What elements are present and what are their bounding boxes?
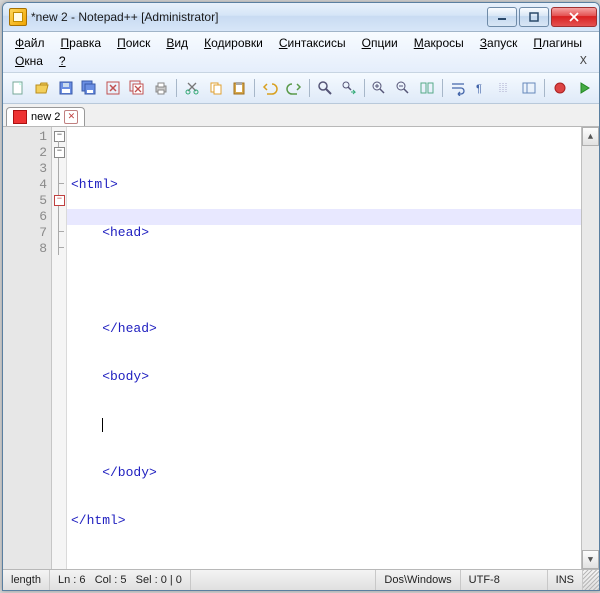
window-title: *new 2 - Notepad++ [Administrator] — [31, 10, 487, 24]
zoom-out-icon[interactable] — [392, 76, 414, 100]
new-file-icon[interactable] — [7, 76, 29, 100]
record-macro-icon[interactable] — [549, 76, 571, 100]
text-caret — [102, 418, 103, 432]
close-file-icon[interactable] — [102, 76, 124, 100]
indent-guide-icon[interactable] — [495, 76, 517, 100]
paste-icon[interactable] — [229, 76, 251, 100]
folder-panel-icon[interactable] — [518, 76, 540, 100]
word-wrap-icon[interactable] — [447, 76, 469, 100]
menu-windows[interactable]: Окна — [7, 52, 51, 70]
fold-toggle[interactable]: − — [54, 147, 65, 158]
status-eol[interactable]: Dos\Windows — [376, 570, 460, 590]
fold-toggle[interactable]: − — [54, 131, 65, 142]
menu-search[interactable]: Поиск — [109, 34, 158, 52]
app-icon — [9, 8, 27, 26]
statusbar: length Ln : 6 Col : 5 Sel : 0 | 0 Dos\Wi… — [3, 569, 599, 590]
fold-margin[interactable]: − − − — [52, 127, 67, 569]
undo-icon[interactable] — [259, 76, 281, 100]
file-tab-label: new 2 — [31, 111, 60, 123]
tabbar: new 2 ✕ — [3, 104, 599, 127]
minimize-button[interactable] — [487, 7, 517, 27]
code-area[interactable]: <html> <head> </head> <body> </body> </h… — [67, 127, 581, 569]
mdi-close-button[interactable]: X — [572, 52, 595, 70]
vertical-scrollbar[interactable]: ▲ ▼ — [581, 127, 599, 569]
unsaved-indicator-icon — [13, 110, 27, 124]
menubar: Файл Правка Поиск Вид Кодировки Синтакси… — [3, 32, 599, 73]
current-line-highlight — [67, 209, 581, 225]
menu-plugins[interactable]: Плагины — [525, 34, 590, 52]
copy-icon[interactable] — [205, 76, 227, 100]
status-length: length — [3, 570, 50, 590]
file-tab[interactable]: new 2 ✕ — [6, 107, 85, 126]
zoom-in-icon[interactable] — [368, 76, 390, 100]
menu-options[interactable]: Опции — [354, 34, 406, 52]
cut-icon[interactable] — [181, 76, 203, 100]
tab-close-button[interactable]: ✕ — [64, 110, 78, 124]
replace-icon[interactable] — [338, 76, 360, 100]
save-icon[interactable] — [55, 76, 77, 100]
status-encoding[interactable]: UTF-8 — [461, 570, 548, 590]
editor[interactable]: 1234 5678 − − − <html> <head> </head> <b… — [3, 127, 599, 569]
menu-view[interactable]: Вид — [158, 34, 196, 52]
window-controls — [487, 7, 597, 27]
app-window: *new 2 - Notepad++ [Administrator] Файл … — [2, 2, 600, 591]
scroll-down-button[interactable]: ▼ — [582, 550, 599, 569]
play-macro-icon[interactable] — [573, 76, 595, 100]
maximize-button[interactable] — [519, 7, 549, 27]
fold-toggle[interactable]: − — [54, 195, 65, 206]
save-all-icon[interactable] — [79, 76, 101, 100]
menu-macros[interactable]: Макросы — [406, 34, 472, 52]
redo-icon[interactable] — [283, 76, 305, 100]
open-file-icon[interactable] — [31, 76, 53, 100]
menu-run[interactable]: Запуск — [472, 34, 526, 52]
scroll-up-button[interactable]: ▲ — [582, 127, 599, 146]
close-all-icon[interactable] — [126, 76, 148, 100]
status-insert-mode[interactable]: INS — [548, 570, 583, 590]
close-button[interactable] — [551, 7, 597, 27]
menu-syntax[interactable]: Синтаксисы — [271, 34, 354, 52]
svg-text:¶: ¶ — [476, 83, 482, 95]
show-all-chars-icon[interactable]: ¶ — [471, 76, 493, 100]
line-number-gutter: 1234 5678 — [3, 127, 52, 569]
resize-grip[interactable] — [583, 570, 599, 590]
toolbar: ¶ — [3, 73, 599, 104]
print-icon[interactable] — [150, 76, 172, 100]
status-position: Ln : 6 Col : 5 Sel : 0 | 0 — [50, 570, 191, 590]
menu-file[interactable]: Файл — [7, 34, 53, 52]
titlebar[interactable]: *new 2 - Notepad++ [Administrator] — [3, 3, 599, 32]
menu-edit[interactable]: Правка — [53, 34, 110, 52]
sync-scroll-icon[interactable] — [416, 76, 438, 100]
menu-help[interactable]: ? — [51, 52, 74, 70]
find-icon[interactable] — [314, 76, 336, 100]
menu-encoding[interactable]: Кодировки — [196, 34, 271, 52]
